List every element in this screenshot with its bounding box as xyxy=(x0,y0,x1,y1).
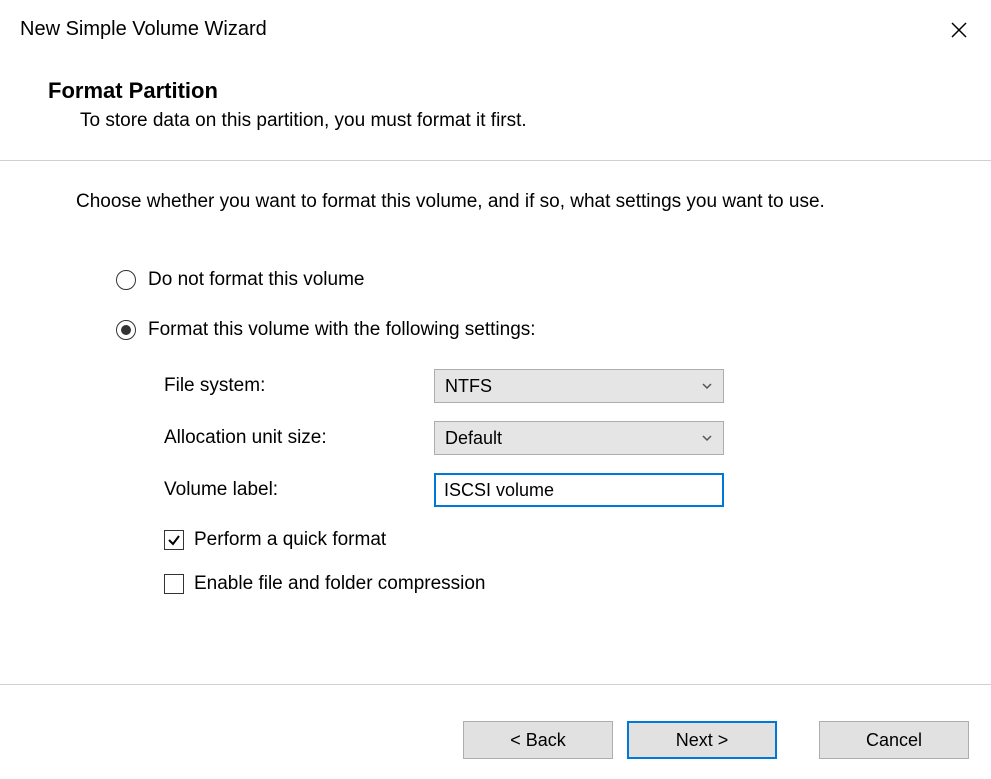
allocation-row: Allocation unit size: Default xyxy=(164,421,951,455)
chevron-down-icon xyxy=(701,380,713,392)
radio-icon xyxy=(116,270,136,290)
format-options: Do not format this volume Format this vo… xyxy=(76,269,951,595)
volume-label-input[interactable] xyxy=(434,473,724,507)
chevron-down-icon xyxy=(701,432,713,444)
allocation-label: Allocation unit size: xyxy=(164,427,434,449)
footer-divider xyxy=(0,684,991,685)
close-icon xyxy=(950,21,968,39)
radio-no-format[interactable]: Do not format this volume xyxy=(116,269,951,291)
volume-label-label: Volume label: xyxy=(164,479,434,501)
filesystem-row: File system: NTFS xyxy=(164,369,951,403)
volume-label-row: Volume label: xyxy=(164,473,951,507)
checkbox-icon xyxy=(164,574,184,594)
allocation-value: Default xyxy=(445,428,701,449)
page-heading: Format Partition xyxy=(48,78,991,104)
allocation-select[interactable]: Default xyxy=(434,421,724,455)
radio-format-with-label: Format this volume with the following se… xyxy=(148,319,536,341)
filesystem-select[interactable]: NTFS xyxy=(434,369,724,403)
footer-buttons: < Back Next > Cancel xyxy=(463,721,969,759)
cancel-button[interactable]: Cancel xyxy=(819,721,969,759)
radio-format-with-settings[interactable]: Format this volume with the following se… xyxy=(116,319,951,341)
compression-checkbox[interactable]: Enable file and folder compression xyxy=(164,573,951,595)
main-content: Choose whether you want to format this v… xyxy=(0,161,991,595)
close-button[interactable] xyxy=(947,18,971,42)
window-title: New Simple Volume Wizard xyxy=(20,18,267,41)
format-settings-grid: File system: NTFS Allocation unit size: … xyxy=(116,369,951,595)
compression-label: Enable file and folder compression xyxy=(194,573,486,595)
checkbox-icon xyxy=(164,530,184,550)
next-button[interactable]: Next > xyxy=(627,721,777,759)
radio-no-format-label: Do not format this volume xyxy=(148,269,364,291)
back-button[interactable]: < Back xyxy=(463,721,613,759)
quick-format-checkbox[interactable]: Perform a quick format xyxy=(164,529,951,551)
titlebar: New Simple Volume Wizard xyxy=(0,0,991,50)
header-block: Format Partition To store data on this p… xyxy=(0,50,991,132)
page-subheading: To store data on this partition, you mus… xyxy=(48,110,991,132)
filesystem-label: File system: xyxy=(164,375,434,397)
radio-icon xyxy=(116,320,136,340)
filesystem-value: NTFS xyxy=(445,376,701,397)
quick-format-label: Perform a quick format xyxy=(194,529,386,551)
button-spacer xyxy=(791,721,805,759)
intro-text: Choose whether you want to format this v… xyxy=(76,191,951,213)
check-icon xyxy=(166,532,182,548)
